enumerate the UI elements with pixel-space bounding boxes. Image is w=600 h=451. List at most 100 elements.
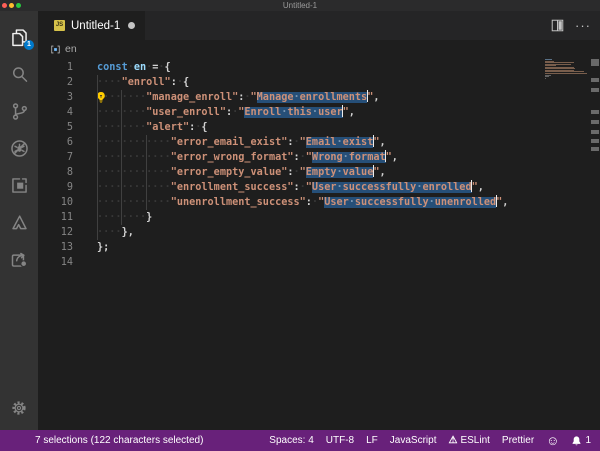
code-line-content[interactable]: const·en·=·{ xyxy=(97,60,171,75)
code-token: , xyxy=(477,182,484,193)
code-token: "error_empty_value" xyxy=(170,167,288,178)
code-line-content[interactable]: ············"error_empty_value":·"Empty·… xyxy=(97,165,386,180)
code-token: " xyxy=(305,182,312,193)
modified-indicator-icon[interactable] xyxy=(128,22,136,29)
code-line-content[interactable]: ········"alert":·{ xyxy=(97,120,208,135)
status-item-label: LF xyxy=(366,435,378,446)
line-number: 3 xyxy=(66,92,73,103)
code-line-content[interactable]: ············"enrollment_success":·"User·… xyxy=(97,180,484,195)
breadcrumb[interactable]: en xyxy=(38,40,600,58)
line-number: 9 xyxy=(66,182,73,193)
javascript-file-icon: JS xyxy=(54,20,65,31)
line-number: 2 xyxy=(66,77,73,88)
activity-item-azure[interactable] xyxy=(0,204,38,241)
minimize-window-button[interactable] xyxy=(8,3,14,8)
split-editor-icon[interactable] xyxy=(551,19,564,32)
line-number: 12 xyxy=(60,227,73,238)
status-item-javascript[interactable]: JavaScript xyxy=(390,435,437,446)
code-editor[interactable]: 1const·en·=·{ 2 ····"enroll":·{ 3 ········"m… xyxy=(38,58,600,430)
code-line-content[interactable]: ········"user_enroll":·"Enroll·this·user… xyxy=(97,105,355,120)
status-item-utf-8[interactable]: UTF-8 xyxy=(326,435,354,446)
code-line-13[interactable]: 13}; xyxy=(38,240,600,255)
debug-icon xyxy=(9,138,30,159)
code-token: :· xyxy=(305,197,319,208)
code-line-content[interactable]: ············"error_email_exist":·"Email·… xyxy=(97,135,386,150)
ruler-selection-mark xyxy=(591,110,599,114)
code-token: " xyxy=(299,137,306,148)
code-line-content[interactable]: ············"unenrollment_success":·"Use… xyxy=(97,195,508,210)
extensions-icon xyxy=(9,175,30,196)
activity-item-search[interactable] xyxy=(0,56,38,93)
code-line-12[interactable]: 12 ····}, xyxy=(38,225,600,240)
symbol-variable-icon xyxy=(50,44,61,55)
code-line-14[interactable]: 14 xyxy=(38,255,600,270)
code-token: "unenrollment_success" xyxy=(170,197,306,208)
code-token: , xyxy=(502,197,509,208)
code-line-content[interactable]: ····"enroll":·{ xyxy=(97,75,189,90)
code-line-2[interactable]: 2 ····"enroll":·{ xyxy=(38,75,600,90)
code-token: ············ xyxy=(97,137,171,148)
code-token: " xyxy=(305,152,312,163)
code-line-1[interactable]: 1 const·en·=·{ xyxy=(38,60,600,75)
code-token: "user_enroll" xyxy=(146,107,226,118)
notifications-bell-icon xyxy=(571,435,582,447)
code-line-content[interactable]: ········} xyxy=(97,210,152,225)
activity-item-explorer[interactable]: 1 xyxy=(0,19,38,56)
status-bar: 7 selections (122 characters selected) S… xyxy=(0,430,600,451)
editor-actions: ··· xyxy=(551,11,591,40)
code-line-content[interactable]: ····}, xyxy=(97,225,134,240)
line-number: 11 xyxy=(60,212,73,223)
line-number: 7 xyxy=(66,152,73,163)
code-line-content[interactable]: }; xyxy=(97,240,109,255)
minimap-line xyxy=(545,72,587,75)
line-number: 6 xyxy=(66,137,73,148)
ruler-selection-mark xyxy=(591,147,599,151)
status-item-spaces-4[interactable]: Spaces: 4 xyxy=(269,435,313,446)
status-item-label: Spaces: 4 xyxy=(269,435,314,446)
indent-guide xyxy=(145,135,147,210)
code-token: " xyxy=(250,92,257,103)
overview-ruler[interactable] xyxy=(591,58,599,430)
code-token: :· xyxy=(287,167,300,178)
activity-item-settings[interactable] xyxy=(0,389,38,426)
status-item-lf[interactable]: LF xyxy=(366,435,378,446)
status-item-bell[interactable]: 1 xyxy=(571,435,591,447)
code-token: ············ xyxy=(97,182,171,193)
activity-badge: 1 xyxy=(24,40,34,50)
code-token: , xyxy=(348,107,355,118)
line-number: 13 xyxy=(60,242,73,253)
code-token: }; xyxy=(97,242,110,253)
zoom-window-button[interactable] xyxy=(15,3,21,8)
tab-untitled-1[interactable]: JS Untitled-1 xyxy=(38,11,145,40)
code-token: , xyxy=(373,92,380,103)
workbench: 1 JS Untitled-1 ··· en 1 const·en·=·{2 … xyxy=(0,11,600,430)
code-line-content[interactable]: ········"manage_enroll":·"Manage·enrollm… xyxy=(97,90,379,105)
code-line-content[interactable]: ············"error_wrong_format":·"Wrong… xyxy=(97,150,398,165)
code-token: :· xyxy=(238,92,251,103)
code-token: " xyxy=(299,167,306,178)
feedback-smiley-icon: ☺ xyxy=(546,433,560,448)
status-item-warning[interactable]: ⚠ ESLint xyxy=(448,435,489,446)
activity-item-debug[interactable] xyxy=(0,130,38,167)
code-token: en xyxy=(133,62,147,73)
ruler-selection-mark xyxy=(591,78,599,82)
ruler-selection-mark xyxy=(591,120,599,124)
activity-item-deploy[interactable] xyxy=(0,241,38,278)
breadcrumb-item-symbol[interactable]: en xyxy=(65,43,77,55)
activity-item-extensions[interactable] xyxy=(0,167,38,204)
source-control-icon xyxy=(9,101,30,122)
status-item-7-selections-122-characters-selected[interactable]: 7 selections (122 characters selected) xyxy=(35,435,203,446)
selected-text: User·successfully·unenrolled xyxy=(324,197,497,208)
search-icon xyxy=(9,64,30,85)
status-item-prettier[interactable]: Prettier xyxy=(502,435,534,446)
minimap-line xyxy=(545,77,547,79)
code-token: const xyxy=(97,62,128,73)
selected-text: Empty·value xyxy=(305,167,374,178)
status-item-smiley[interactable]: ☺ xyxy=(546,434,559,447)
more-actions-icon[interactable]: ··· xyxy=(575,19,591,32)
activity-item-source-control[interactable] xyxy=(0,93,38,130)
line-number: 4 xyxy=(66,107,73,118)
code-token: "enrollment_success" xyxy=(170,182,294,193)
close-window-button[interactable] xyxy=(2,3,7,8)
azure-icon xyxy=(9,212,30,233)
